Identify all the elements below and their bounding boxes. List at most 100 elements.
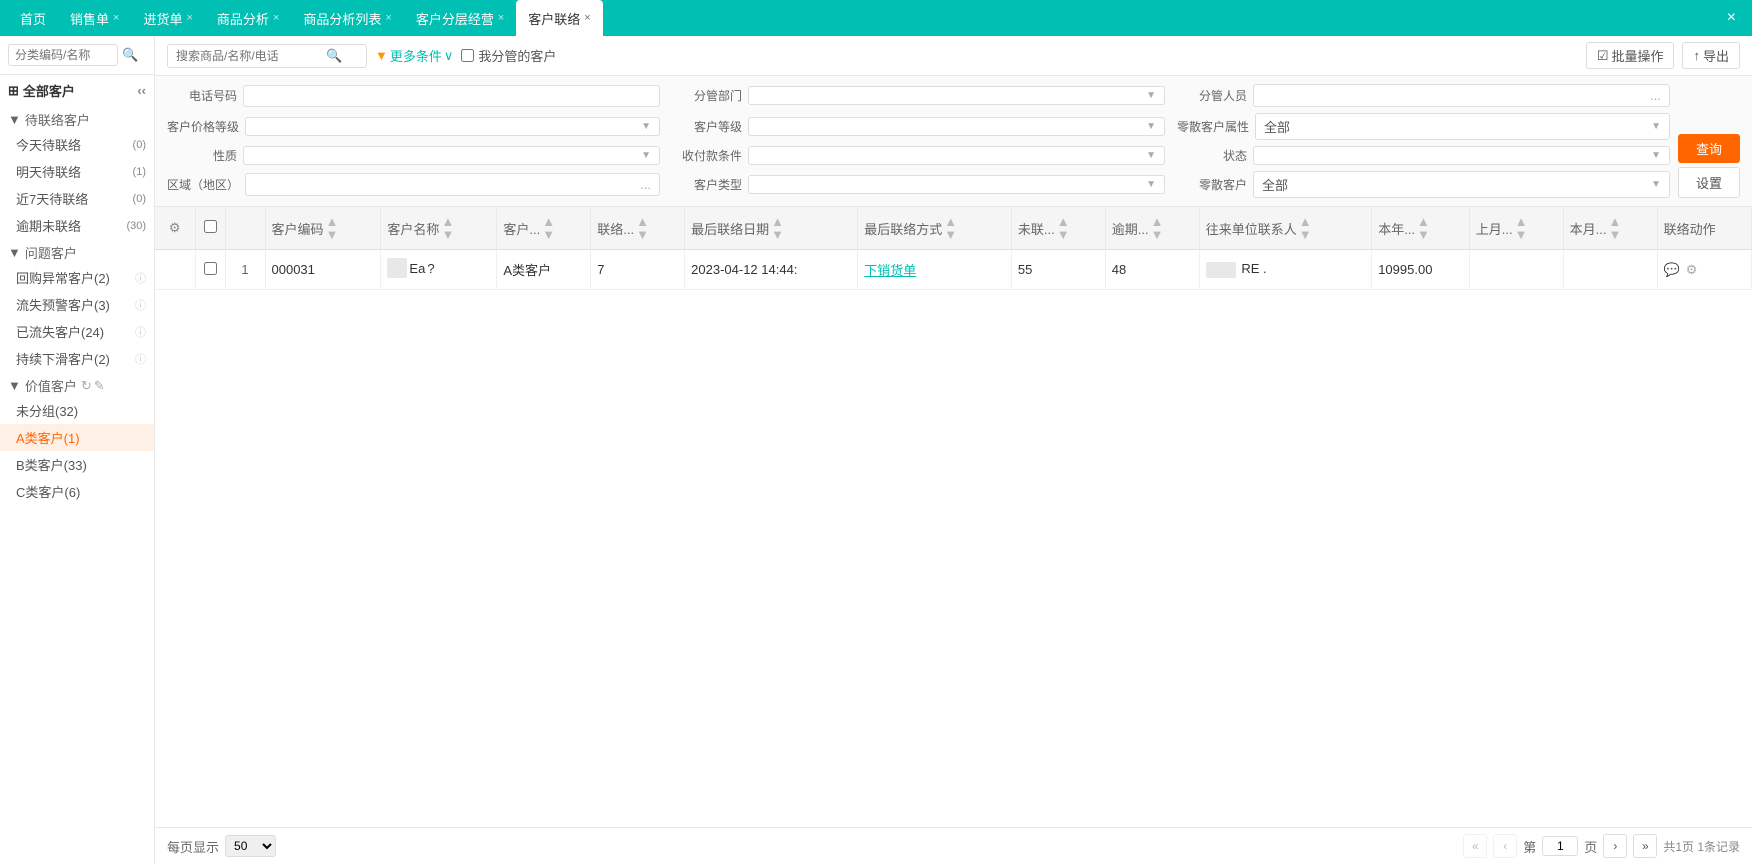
col-no-contact[interactable]: 未联... ▲▼ xyxy=(1011,207,1105,250)
sidebar-item-ungroup[interactable]: 未分组(32) xyxy=(0,397,154,424)
action-icons-group: 💬 ⚙ xyxy=(1664,262,1745,278)
main-layout: 🔍 ⊞ 全部客户 ‹‹ ▼ 待联络客户 今天待联络 (0) 明天待联络 (1) … xyxy=(0,36,1752,864)
field-payment-select[interactable]: ▼ xyxy=(748,146,1165,165)
col-unit-contact[interactable]: 往来单位联系人 ▲▼ xyxy=(1199,207,1372,250)
info-icon4: ⓘ xyxy=(135,351,146,367)
nav-customer-contact[interactable]: 客户联络 × xyxy=(516,0,602,36)
sidebar-search-icon[interactable]: 🔍 xyxy=(122,47,138,63)
sidebar-search-input[interactable] xyxy=(8,44,118,66)
setting-button[interactable]: 设置 xyxy=(1678,167,1740,198)
sidebar-item-abnormal[interactable]: 回购异常客户(2) ⓘ xyxy=(0,264,154,291)
field-payment: 收付款条件 ▼ xyxy=(672,146,1165,165)
field-scatter-attr: 零散客户属性 全部 ▼ xyxy=(1177,113,1670,140)
sidebar-item-overdue[interactable]: 逾期未联络 (30) xyxy=(0,212,154,239)
nav-home[interactable]: 首页 xyxy=(8,0,58,36)
action-gear-icon[interactable]: ⚙ xyxy=(1686,262,1698,278)
col-last-month[interactable]: 上月... ▲▼ xyxy=(1469,207,1563,250)
field-scatter-customer-label: 零散客户 xyxy=(1177,176,1247,193)
nav-customer-mgmt[interactable]: 客户分层经营 × xyxy=(404,0,516,36)
field-scatter-customer-select[interactable]: 全部 ▼ xyxy=(1253,171,1670,198)
col-last-date[interactable]: 最后联络日期 ▲▼ xyxy=(685,207,858,250)
nav-sales-close[interactable]: × xyxy=(113,12,119,24)
filter-more-btn[interactable]: ▼ 更多条件 ∨ xyxy=(375,46,453,65)
page-input[interactable] xyxy=(1542,836,1578,856)
field-scatter-attr-select[interactable]: 全部 ▼ xyxy=(1255,113,1670,140)
export-button[interactable]: ↑ 导出 xyxy=(1682,42,1740,69)
col-overdue[interactable]: 逾期... ▲▼ xyxy=(1105,207,1199,250)
field-customer-type-select[interactable]: ▼ xyxy=(748,175,1165,194)
field-dept: 分管部门 ▼ xyxy=(672,86,1165,105)
row-last-month xyxy=(1469,250,1563,290)
row-checkbox-cell xyxy=(195,250,225,290)
nav-customer-contact-close[interactable]: × xyxy=(584,12,590,24)
filter-search-icon[interactable]: 🔍 xyxy=(326,48,342,64)
sidebar-group-value[interactable]: ▼ 价值客户 ↻ ✎ xyxy=(0,372,154,397)
filter-icon: ▼ xyxy=(375,48,388,63)
sidebar-all-customers[interactable]: ⊞ 全部客户 ‹‹ xyxy=(0,75,154,106)
field-price-grade-select[interactable]: ▼ xyxy=(245,117,660,136)
nav-product-analysis-close[interactable]: × xyxy=(273,12,279,24)
sidebar-collapse-icon[interactable]: ‹‹ xyxy=(137,83,146,98)
settings-gear-icon[interactable]: ⚙ xyxy=(169,220,181,235)
sidebar-group-problem[interactable]: ▼ 问题客户 xyxy=(0,239,154,264)
sidebar-item-warning[interactable]: 流失预警客户(3) ⓘ xyxy=(0,291,154,318)
field-status-select[interactable]: ▼ xyxy=(1253,146,1670,165)
col-this-month[interactable]: 本月... ▲▼ xyxy=(1563,207,1657,250)
sidebar-group-pending[interactable]: ▼ 待联络客户 xyxy=(0,106,154,131)
page-size-select[interactable]: 20 50 100 200 xyxy=(225,835,276,857)
nav-product-analysis-list-close[interactable]: × xyxy=(385,12,391,24)
batch-op-button[interactable]: ☑ 批量操作 xyxy=(1586,42,1675,69)
field-region-select[interactable]: ... xyxy=(245,173,660,196)
edit-icon[interactable]: ✎ xyxy=(94,378,105,394)
sidebar-item-tomorrow[interactable]: 明天待联络 (1) xyxy=(0,158,154,185)
nav-product-analysis-list[interactable]: 商品分析列表 × xyxy=(291,0,403,36)
nav-product-analysis[interactable]: 商品分析 × xyxy=(205,0,291,36)
field-person-select[interactable]: ... xyxy=(1253,84,1670,107)
batch-icon: ☑ xyxy=(1597,48,1609,64)
pagination-control: « ‹ 第 页 › » 共1页 1条记录 xyxy=(1463,834,1740,858)
nav-purchase-close[interactable]: × xyxy=(186,12,192,24)
my-customers-checkbox[interactable] xyxy=(461,49,474,62)
sidebar-item-lost[interactable]: 已流失客户(24) ⓘ xyxy=(0,318,154,345)
col-this-year[interactable]: 本年... ▲▼ xyxy=(1372,207,1470,250)
prev-page-btn[interactable]: ‹ xyxy=(1493,834,1517,858)
row-unit-contact: RE . xyxy=(1199,250,1372,290)
field-customer-grade-select[interactable]: ▼ xyxy=(748,117,1165,136)
my-customers-label: 我分管的客户 xyxy=(478,46,556,65)
col-code[interactable]: 客户编码 ▲▼ xyxy=(265,207,381,250)
sidebar-item-b-class[interactable]: B类客户(33) xyxy=(0,451,154,478)
chat-icon[interactable]: 💬 xyxy=(1664,262,1680,278)
sidebar-item-7days[interactable]: 近7天待联络 (0) xyxy=(0,185,154,212)
col-name[interactable]: 客户名称 ▲▼ xyxy=(381,207,497,250)
col-last-way[interactable]: 最后联络方式 ▲▼ xyxy=(858,207,1012,250)
bottom-bar: 每页显示 20 50 100 200 « ‹ 第 页 › » 共1页 1条记录 xyxy=(155,827,1752,864)
nav-purchase[interactable]: 进货单 × xyxy=(131,0,204,36)
sidebar-item-declining[interactable]: 持续下滑客户(2) ⓘ xyxy=(0,345,154,372)
sidebar-grid-icon: ⊞ xyxy=(8,83,19,99)
sidebar-item-today[interactable]: 今天待联络 (0) xyxy=(0,131,154,158)
field-phone-input[interactable] xyxy=(243,85,660,107)
export-icon: ↑ xyxy=(1693,48,1700,63)
col-contact-count[interactable]: 联络... ▲▼ xyxy=(591,207,685,250)
nav-sales[interactable]: 销售单 × xyxy=(58,0,131,36)
last-page-btn[interactable]: » xyxy=(1633,834,1657,858)
refresh-icon[interactable]: ↻ xyxy=(81,378,92,394)
field-scatter-customer: 零散客户 全部 ▼ xyxy=(1177,171,1670,198)
query-button[interactable]: 查询 xyxy=(1678,134,1740,163)
field-person-label: 分管人员 xyxy=(1177,87,1247,104)
sidebar-item-a-class[interactable]: A类客户(1) xyxy=(0,424,154,451)
field-nature-select[interactable]: ▼ xyxy=(243,146,660,165)
filter-search-input[interactable] xyxy=(176,49,326,63)
col-settings[interactable]: ⚙ xyxy=(155,207,195,250)
row-checkbox[interactable] xyxy=(204,262,217,275)
next-page-btn[interactable]: › xyxy=(1603,834,1627,858)
sidebar-item-c-class[interactable]: C类客户(6) xyxy=(0,478,154,505)
last-way-link[interactable]: 下销货单 xyxy=(864,263,916,278)
nav-customer-mgmt-close[interactable]: × xyxy=(498,12,504,24)
field-dept-select[interactable]: ▼ xyxy=(748,86,1165,105)
select-all-checkbox[interactable] xyxy=(204,220,217,233)
row-actions: 💬 ⚙ xyxy=(1657,250,1751,290)
first-page-btn[interactable]: « xyxy=(1463,834,1487,858)
window-close[interactable]: × xyxy=(1719,9,1744,27)
col-type[interactable]: 客户... ▲▼ xyxy=(497,207,591,250)
